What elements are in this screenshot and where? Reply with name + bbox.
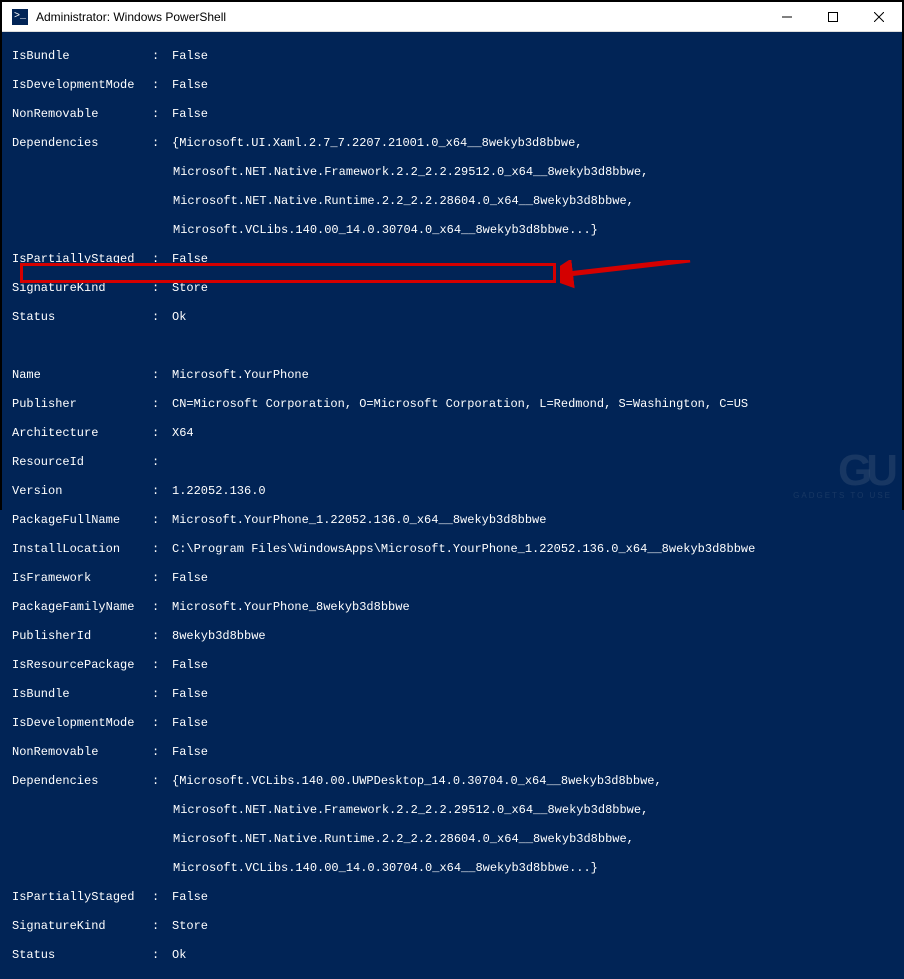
field-label: NonRemovable [12,745,152,760]
field-value: False [172,571,208,586]
minimize-button[interactable] [764,2,810,31]
field-value: Microsoft.YourPhone [172,368,309,383]
field-value: 1.22052.136.0 [172,484,266,499]
field-label: IsDevelopmentMode [12,716,152,731]
field-label: Dependencies [12,774,152,789]
watermark-logo: GU [838,449,892,493]
field-value: Store [172,281,208,296]
field-label: Status [12,310,152,325]
field-value: Microsoft.YourPhone_1.22052.136.0_x64__8… [172,513,546,528]
field-value: False [172,252,208,267]
terminal-output[interactable]: IsBundle:False IsDevelopmentMode:False N… [2,32,902,979]
maximize-button[interactable] [810,2,856,31]
field-value: False [172,890,208,905]
field-label: Architecture [12,426,152,441]
field-label: IsPartiallyStaged [12,890,152,905]
field-value: False [172,687,208,702]
field-value: False [172,107,208,122]
field-value-continuation: Microsoft.VCLibs.140.00_14.0.30704.0_x64… [12,861,892,876]
field-label: PackageFullName [12,513,152,528]
powershell-icon: >_ [12,9,28,25]
field-label: Name [12,368,152,383]
field-value-continuation: Microsoft.NET.Native.Framework.2.2_2.2.2… [12,165,892,180]
field-label: NonRemovable [12,107,152,122]
field-value: False [172,716,208,731]
field-value: CN=Microsoft Corporation, O=Microsoft Co… [172,397,748,412]
field-label: Version [12,484,152,499]
field-label: SignatureKind [12,281,152,296]
field-value: Microsoft.YourPhone_8wekyb3d8bbwe [172,600,410,615]
field-label: IsResourcePackage [12,658,152,673]
field-label: Publisher [12,397,152,412]
field-value: 8wekyb3d8bbwe [172,629,266,644]
field-label: IsPartiallyStaged [12,252,152,267]
field-value: False [172,49,208,64]
window-title: Administrator: Windows PowerShell [36,10,764,24]
field-value: X64 [172,426,194,441]
field-label: IsBundle [12,49,152,64]
minimize-icon [782,12,792,22]
watermark-text: GADGETS TO USE [793,491,892,500]
field-value: {Microsoft.UI.Xaml.2.7_7.2207.21001.0_x6… [172,136,582,151]
field-value-continuation: Microsoft.NET.Native.Runtime.2.2_2.2.286… [12,194,892,209]
field-label: ResourceId [12,455,152,470]
field-value: C:\Program Files\WindowsApps\Microsoft.Y… [172,542,755,557]
field-label: SignatureKind [12,919,152,934]
field-label: Status [12,948,152,963]
field-label: IsFramework [12,571,152,586]
field-value: Store [172,919,208,934]
titlebar: >_ Administrator: Windows PowerShell [2,2,902,32]
maximize-icon [828,12,838,22]
field-value-continuation: Microsoft.NET.Native.Framework.2.2_2.2.2… [12,803,892,818]
field-label: Dependencies [12,136,152,151]
field-value: {Microsoft.VCLibs.140.00.UWPDesktop_14.0… [172,774,662,789]
field-label: PackageFamilyName [12,600,152,615]
field-value: Ok [172,310,186,325]
field-value: False [172,78,208,93]
field-label: InstallLocation [12,542,152,557]
field-value: False [172,745,208,760]
field-label: IsDevelopmentMode [12,78,152,93]
close-icon [874,12,884,22]
field-label: PublisherId [12,629,152,644]
field-value: Ok [172,948,186,963]
window-controls [764,2,902,31]
field-value-continuation: Microsoft.VCLibs.140.00_14.0.30704.0_x64… [12,223,892,238]
field-value: False [172,658,208,673]
close-button[interactable] [856,2,902,31]
field-label: IsBundle [12,687,152,702]
field-value-continuation: Microsoft.NET.Native.Runtime.2.2_2.2.286… [12,832,892,847]
watermark: GU GADGETS TO USE [793,449,892,500]
